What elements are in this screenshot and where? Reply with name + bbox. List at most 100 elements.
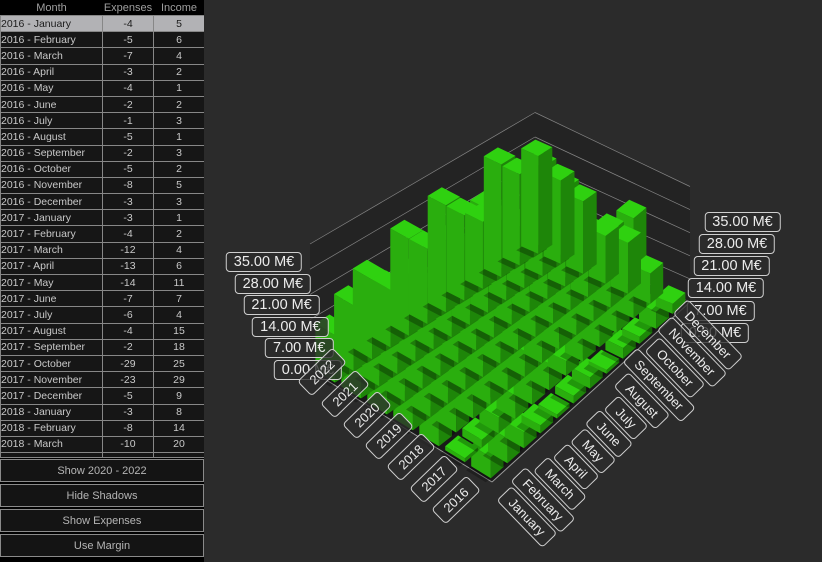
expenses-cell: -4: [102, 322, 154, 340]
bar-column[interactable]: [516, 139, 553, 258]
income-cell: 1: [153, 128, 205, 146]
value-axis-tick-right: 21.00 M€: [693, 256, 770, 277]
table-row[interactable]: 2016 - July -1 3: [0, 112, 205, 130]
table-row[interactable]: 2016 - November -8 5: [0, 176, 205, 195]
table-row[interactable]: 2016 - June -2 2: [0, 95, 205, 114]
month-cell: 2017 - June: [0, 290, 103, 308]
table-row[interactable]: 2017 - August -4 15: [0, 322, 205, 340]
table-row[interactable]: 2017 - June -7 7: [0, 290, 205, 308]
expenses-cell: -4: [102, 14, 154, 33]
income-cell: 2: [153, 225, 205, 243]
expenses-cell: -14: [102, 273, 154, 292]
income-cell: 3: [153, 112, 205, 130]
expenses-cell: -2: [102, 144, 154, 162]
table-row[interactable]: 2017 - April -13 6: [0, 257, 205, 276]
column-header-income: Income: [153, 0, 205, 16]
table-row[interactable]: 2017 - December -5 9: [0, 387, 205, 405]
table-row[interactable]: 2016 - August -5 1: [0, 128, 205, 146]
expenses-cell: -5: [102, 160, 154, 178]
table-row[interactable]: 2018 - February -8 14: [0, 419, 205, 437]
data-table-panel: Month Expenses Income 2016 - January -4 5 2…: [0, 0, 205, 562]
table-row[interactable]: 2016 - September -2 3: [0, 144, 205, 162]
income-cell: 11: [153, 273, 205, 292]
table-row[interactable]: 2017 - September -2 18: [0, 338, 205, 356]
expenses-cell: -3: [102, 193, 154, 211]
month-cell: 2017 - August: [0, 322, 103, 340]
table-row[interactable]: 2017 - March -12 4: [0, 241, 205, 259]
month-cell: 2017 - January: [0, 209, 103, 227]
income-cell: 2: [153, 160, 205, 178]
show-years-button[interactable]: Show 2020 - 2022: [0, 459, 204, 483]
table-row[interactable]: 2016 - October -5 2: [0, 160, 205, 178]
month-cell: 2016 - July: [0, 112, 103, 130]
table-row[interactable]: 2016 - March -7 4: [0, 47, 205, 65]
expenses-cell: -4: [102, 79, 154, 97]
expenses-cell: -23: [102, 371, 154, 389]
income-cell: 6: [153, 31, 205, 49]
table-row[interactable]: 2017 - May -14 11: [0, 273, 205, 292]
income-cell: 5: [153, 14, 205, 33]
column-header-expenses: Expenses: [102, 0, 154, 16]
expenses-cell: -7: [102, 47, 154, 65]
use-margin-button[interactable]: Use Margin: [0, 534, 204, 558]
value-axis-tick-left: 21.00 M€: [243, 295, 320, 316]
table-row[interactable]: 2017 - November -23 29: [0, 371, 205, 389]
month-cell: 2017 - February: [0, 225, 103, 243]
expenses-cell: -10: [102, 435, 154, 454]
value-axis-tick-left: 14.00 M€: [252, 316, 329, 337]
month-cell: 2016 - September: [0, 144, 103, 162]
expenses-cell: -8: [102, 176, 154, 195]
hide-shadows-button[interactable]: Hide Shadows: [0, 484, 204, 508]
month-cell: 2016 - August: [0, 128, 103, 146]
month-cell: 2016 - May: [0, 79, 103, 97]
month-cell: 2016 - November: [0, 176, 103, 195]
month-cell: 2018 - February: [0, 419, 103, 437]
expenses-cell: -3: [102, 63, 154, 81]
expenses-cell: -5: [102, 128, 154, 146]
month-cell: 2017 - October: [0, 354, 103, 373]
expenses-cell: -2: [102, 95, 154, 114]
income-cell: 29: [153, 371, 205, 389]
column-header-month: Month: [0, 0, 103, 16]
month-cell: 2018 - March: [0, 435, 103, 454]
income-cell: 18: [153, 338, 205, 356]
table-row[interactable]: 2018 - January -3 8: [0, 403, 205, 421]
income-cell: 5: [153, 176, 205, 195]
month-cell: 2016 - February: [0, 31, 103, 49]
table-row[interactable]: 2017 - January -3 1: [0, 209, 205, 227]
expenses-cell: -8: [102, 419, 154, 437]
expenses-cell: -3: [102, 403, 154, 421]
month-cell: 2017 - July: [0, 306, 103, 324]
income-cell: 4: [153, 306, 205, 324]
table-row[interactable]: 2016 - April -3 2: [0, 63, 205, 81]
table-row[interactable]: 2017 - February -4 2: [0, 225, 205, 243]
table-row[interactable]: 2017 - October -29 25: [0, 354, 205, 373]
value-axis-tick-right: 14.00 M€: [687, 278, 765, 299]
month-cell: 2016 - June: [0, 95, 103, 114]
expenses-cell: -2: [102, 338, 154, 356]
app-window: Month Expenses Income 2016 - January -4 5 2…: [0, 0, 822, 562]
income-cell: 9: [153, 387, 205, 405]
month-cell: 2016 - January: [0, 14, 103, 33]
income-cell: 3: [153, 144, 205, 162]
income-cell: 20: [153, 435, 205, 454]
month-cell: 2016 - March: [0, 47, 103, 65]
table-row[interactable]: 2016 - February -5 6: [0, 31, 205, 49]
month-cell: 2016 - December: [0, 193, 103, 211]
value-axis-tick-right: 28.00 M€: [698, 233, 776, 254]
month-cell: 2017 - December: [0, 387, 103, 405]
table-row[interactable]: 2017 - July -6 4: [0, 306, 205, 324]
income-cell: 25: [153, 354, 205, 373]
month-cell: 2016 - October: [0, 160, 103, 178]
table-row[interactable]: 2018 - March -10 20: [0, 435, 205, 454]
table-header-row: Month Expenses Income: [0, 0, 205, 16]
income-cell: 6: [153, 257, 205, 276]
expenses-cell: -5: [102, 387, 154, 405]
table-row[interactable]: 2016 - May -4 1: [0, 79, 205, 97]
expenses-cell: -13: [102, 257, 154, 276]
expenses-cell: -12: [102, 241, 154, 259]
month-data-table[interactable]: Month Expenses Income 2016 - January -4 5 2…: [0, 0, 205, 459]
show-expenses-button[interactable]: Show Expenses: [0, 509, 204, 533]
table-row[interactable]: 2016 - January -4 5: [0, 14, 205, 33]
table-row[interactable]: 2016 - December -3 3: [0, 193, 205, 211]
